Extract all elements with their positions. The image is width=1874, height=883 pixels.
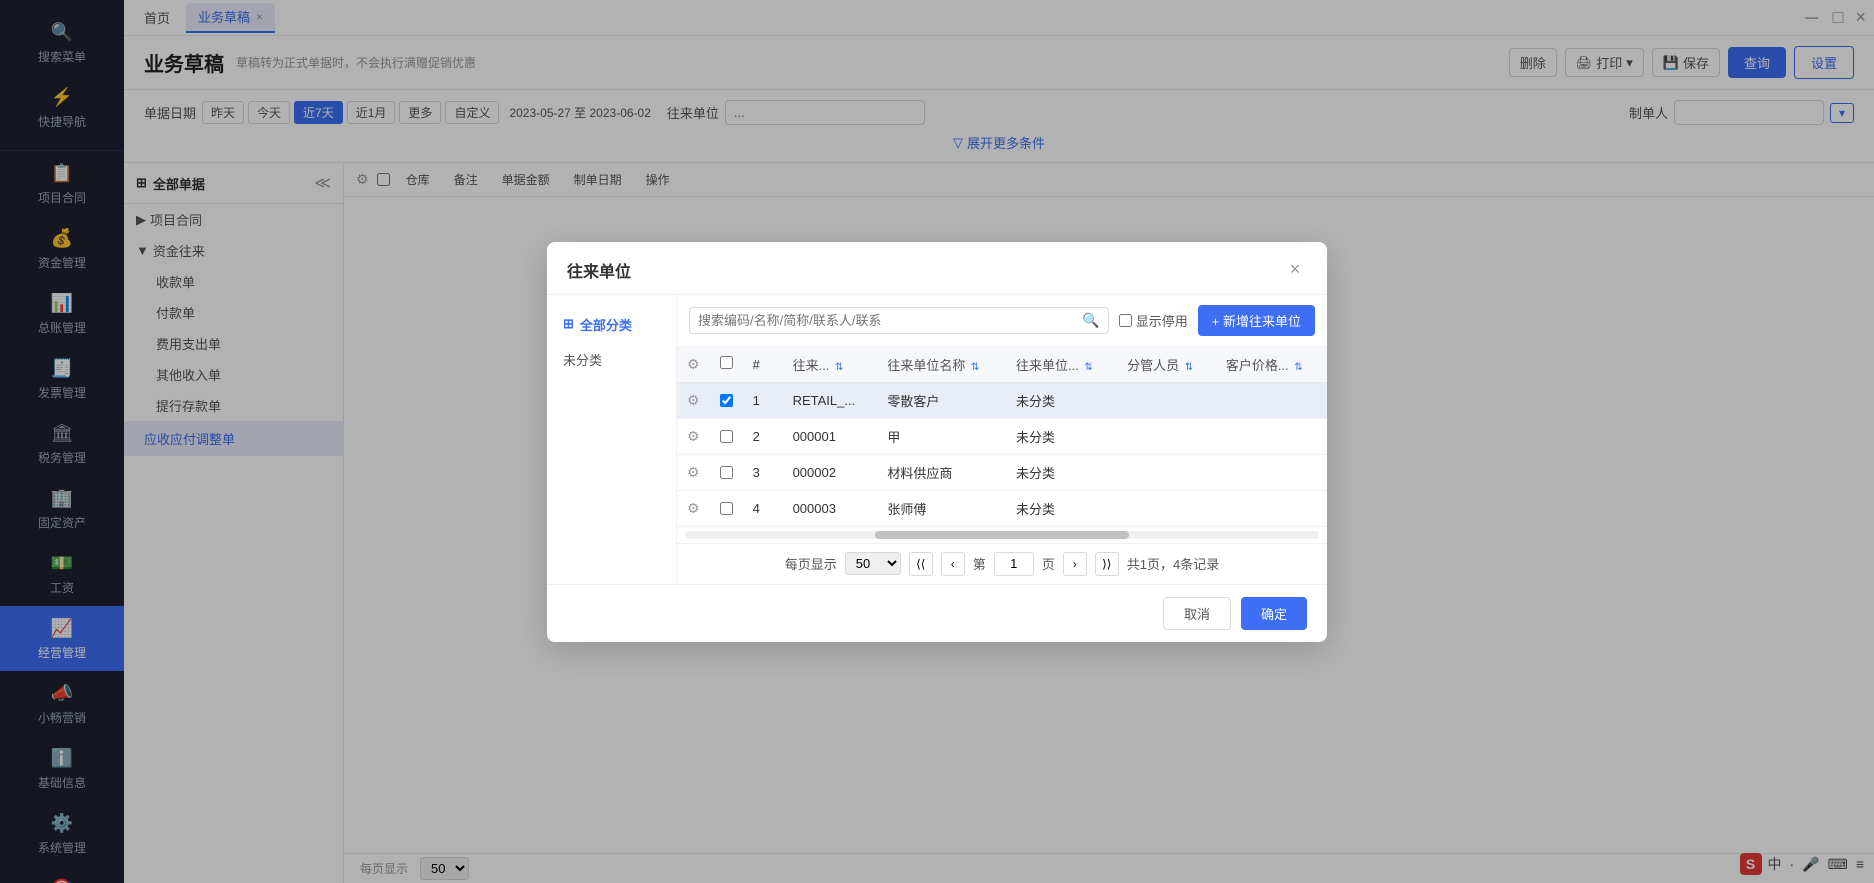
- dialog-close-button[interactable]: ×: [1283, 258, 1307, 282]
- horizontal-scrollbar[interactable]: [685, 531, 1319, 539]
- total-label: 共1页，4条记录: [1127, 554, 1219, 573]
- row4-code: 000003: [783, 490, 878, 526]
- page-number-input[interactable]: [994, 552, 1034, 576]
- search-box: 🔍: [689, 307, 1109, 334]
- sort-salesperson-icon: ⇅: [1185, 362, 1193, 373]
- row3-price: [1216, 454, 1327, 490]
- table-header: ⚙ # 往来... ⇅: [677, 347, 1327, 383]
- dialog-actions: 取消 确定: [547, 584, 1327, 642]
- row2-cb[interactable]: [720, 430, 733, 443]
- dialog-table: ⚙ # 往来... ⇅: [677, 347, 1327, 527]
- confirm-button[interactable]: 确定: [1241, 597, 1307, 630]
- table-row[interactable]: ⚙ 2 000001 甲 未分类: [677, 418, 1327, 454]
- col-header-category[interactable]: 往来单位... ⇅: [1006, 347, 1117, 383]
- row4-checkbox[interactable]: [710, 490, 743, 526]
- row2-category: 未分类: [1006, 418, 1117, 454]
- row2-salesperson: [1117, 418, 1216, 454]
- col-header-checkbox[interactable]: [710, 347, 743, 383]
- prev-page-btn[interactable]: ‹: [941, 552, 965, 576]
- grid-icon-small: ⊞: [563, 316, 574, 332]
- row2-settings[interactable]: ⚙: [677, 418, 710, 454]
- row1-salesperson: [1117, 382, 1216, 418]
- row3-code: 000002: [783, 454, 878, 490]
- search-input[interactable]: [698, 313, 1076, 328]
- first-page-btn[interactable]: ⟨⟨: [909, 552, 933, 576]
- dialog-body: ⊞ 全部分类 未分类 🔍 显示停用: [547, 295, 1327, 584]
- table-row[interactable]: ⚙ 3 000002 材料供应商 未分类: [677, 454, 1327, 490]
- row2-code: 000001: [783, 418, 878, 454]
- row4-cb[interactable]: [720, 502, 733, 515]
- page-num-label: 第: [973, 554, 986, 573]
- col-header-num: #: [743, 347, 783, 383]
- next-page-btn[interactable]: ›: [1063, 552, 1087, 576]
- cancel-button[interactable]: 取消: [1163, 597, 1231, 630]
- show-disabled-checkbox[interactable]: [1119, 314, 1132, 327]
- row4-name: 张师傅: [877, 490, 1006, 526]
- dialog-toolbar: 🔍 显示停用 + 新增往来单位: [677, 295, 1327, 347]
- modal-overlay[interactable]: 往来单位 × ⊞ 全部分类 未分类 🔍: [0, 0, 1874, 883]
- row1-settings[interactable]: ⚙: [677, 382, 710, 418]
- header-checkbox[interactable]: [720, 356, 733, 369]
- show-disabled-toggle[interactable]: 显示停用: [1119, 311, 1188, 330]
- row3-cb[interactable]: [720, 466, 733, 479]
- row3-category: 未分类: [1006, 454, 1117, 490]
- sort-category-icon: ⇅: [1084, 362, 1092, 373]
- dialog-category-panel: ⊞ 全部分类 未分类: [547, 295, 677, 584]
- last-page-btn[interactable]: ⟩⟩: [1095, 552, 1119, 576]
- row4-category: 未分类: [1006, 490, 1117, 526]
- row1-price: [1216, 382, 1327, 418]
- row3-checkbox[interactable]: [710, 454, 743, 490]
- row2-price: [1216, 418, 1327, 454]
- col-header-settings[interactable]: ⚙: [677, 347, 710, 383]
- partners-table: ⚙ # 往来... ⇅: [677, 347, 1327, 527]
- row3-settings[interactable]: ⚙: [677, 454, 710, 490]
- row1-checkbox[interactable]: [710, 382, 743, 418]
- dialog-pagination: 每页显示 50 100 ⟨⟨ ‹ 第 页 › ⟩⟩ 共1页，4条记录: [677, 543, 1327, 584]
- row4-salesperson: [1117, 490, 1216, 526]
- page-label: 页: [1042, 554, 1055, 573]
- settings-col-icon: ⚙: [687, 356, 700, 372]
- dialog-partner: 往来单位 × ⊞ 全部分类 未分类 🔍: [547, 242, 1327, 642]
- dialog-category-uncategorized[interactable]: 未分类: [547, 342, 676, 377]
- dialog-right-area: 🔍 显示停用 + 新增往来单位 ⚙: [677, 295, 1327, 584]
- row3-name: 材料供应商: [877, 454, 1006, 490]
- col-header-price[interactable]: 客户价格... ⇅: [1216, 347, 1327, 383]
- table-body: ⚙ 1 RETAIL_... 零散客户 未分类 ⚙: [677, 382, 1327, 526]
- row4-num: 4: [743, 490, 783, 526]
- add-partner-button[interactable]: + 新增往来单位: [1198, 305, 1315, 336]
- row-settings-icon: ⚙: [687, 428, 700, 444]
- col-header-salesperson[interactable]: 分管人员 ⇅: [1117, 347, 1216, 383]
- row-settings-icon: ⚙: [687, 464, 700, 480]
- dialog-title: 往来单位: [567, 258, 631, 282]
- row-settings-icon: ⚙: [687, 392, 700, 408]
- table-row[interactable]: ⚙ 1 RETAIL_... 零散客户 未分类: [677, 382, 1327, 418]
- row1-category: 未分类: [1006, 382, 1117, 418]
- row1-name: 零散客户: [877, 382, 1006, 418]
- search-icon: 🔍: [1082, 312, 1099, 329]
- sort-code-icon: ⇅: [835, 362, 843, 373]
- row4-settings[interactable]: ⚙: [677, 490, 710, 526]
- row3-salesperson: [1117, 454, 1216, 490]
- sort-name-icon: ⇅: [971, 362, 979, 373]
- page-size-label: 每页显示: [785, 554, 837, 573]
- col-header-name[interactable]: 往来单位名称 ⇅: [877, 347, 1006, 383]
- row2-checkbox[interactable]: [710, 418, 743, 454]
- dialog-category-all[interactable]: ⊞ 全部分类: [547, 307, 676, 342]
- dialog-header: 往来单位 ×: [547, 242, 1327, 295]
- row1-cb[interactable]: [720, 394, 733, 407]
- header-row: ⚙ # 往来... ⇅: [677, 347, 1327, 383]
- row2-name: 甲: [877, 418, 1006, 454]
- show-disabled-label: 显示停用: [1136, 311, 1188, 330]
- dialog-page-size-select[interactable]: 50 100: [845, 552, 901, 575]
- row1-code: RETAIL_...: [783, 382, 878, 418]
- row4-price: [1216, 490, 1327, 526]
- col-header-code[interactable]: 往来... ⇅: [783, 347, 878, 383]
- row-settings-icon: ⚙: [687, 500, 700, 516]
- scrollbar-thumb[interactable]: [875, 531, 1129, 539]
- table-row[interactable]: ⚙ 4 000003 张师傅 未分类: [677, 490, 1327, 526]
- sort-price-icon: ⇅: [1294, 362, 1302, 373]
- row2-num: 2: [743, 418, 783, 454]
- row1-num: 1: [743, 382, 783, 418]
- row3-num: 3: [743, 454, 783, 490]
